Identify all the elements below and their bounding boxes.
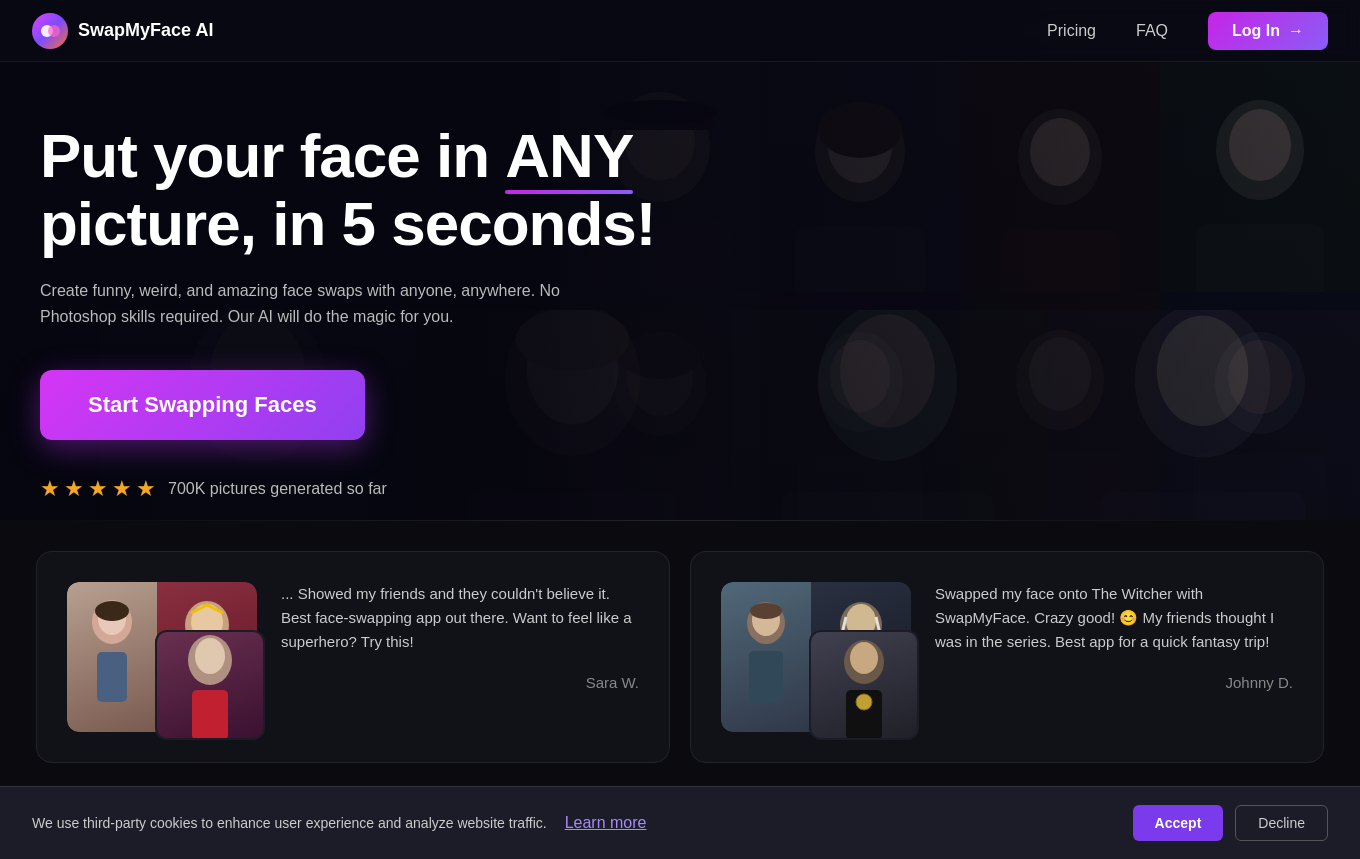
brand-name: SwapMyFace AI xyxy=(78,20,213,41)
testimonial-text-1: ... Showed my friends and they couldn't … xyxy=(281,582,639,654)
logo-icon xyxy=(32,13,68,49)
testimonial-images-2 xyxy=(721,582,911,732)
star-2: ★ xyxy=(64,476,84,502)
nav-links: Pricing FAQ Log In → xyxy=(1047,12,1328,50)
testimonial-overlay-img-1 xyxy=(155,630,265,740)
hero-subtitle: Create funny, weird, and amazing face sw… xyxy=(40,278,640,329)
login-button[interactable]: Log In → xyxy=(1208,12,1328,50)
star-5: ★ xyxy=(136,476,156,502)
cookie-accept-button[interactable]: Accept xyxy=(1133,805,1224,841)
svg-point-63 xyxy=(195,638,225,674)
testimonial-img-left-2 xyxy=(721,582,811,732)
testimonial-author-2: Johnny D. xyxy=(935,674,1293,691)
testimonials-section: ... Showed my friends and they couldn't … xyxy=(0,521,1360,793)
svg-rect-67 xyxy=(749,651,783,703)
testimonial-overlay-img-2 xyxy=(809,630,919,740)
cookie-banner: We use third-party cookies to enhance us… xyxy=(0,786,1360,859)
svg-point-73 xyxy=(850,642,878,674)
svg-point-75 xyxy=(856,694,872,710)
testimonial-author-1: Sara W. xyxy=(281,674,639,691)
star-4: ★ xyxy=(112,476,132,502)
testimonial-card-1: ... Showed my friends and they couldn't … xyxy=(36,551,670,763)
cookie-learn-more[interactable]: Learn more xyxy=(565,814,647,832)
logo[interactable]: SwapMyFace AI xyxy=(32,13,213,49)
testimonial-body-2: Swapped my face onto The Witcher with Sw… xyxy=(935,582,1293,691)
star-rating: ★ ★ ★ ★ ★ xyxy=(40,476,156,502)
star-1: ★ xyxy=(40,476,60,502)
cookie-actions: Accept Decline xyxy=(1133,805,1328,841)
hero-title: Put your face in ANY picture, in 5 secon… xyxy=(40,122,660,258)
nav-pricing[interactable]: Pricing xyxy=(1047,22,1096,40)
hero-content: Put your face in ANY picture, in 5 secon… xyxy=(0,62,700,520)
svg-point-68 xyxy=(750,603,782,619)
star-3: ★ xyxy=(88,476,108,502)
cookie-content: We use third-party cookies to enhance us… xyxy=(32,814,1101,832)
svg-rect-57 xyxy=(97,652,127,702)
cookie-decline-button[interactable]: Decline xyxy=(1235,805,1328,841)
testimonial-img-left-1 xyxy=(67,582,157,732)
nav-faq[interactable]: FAQ xyxy=(1136,22,1168,40)
cookie-text: We use third-party cookies to enhance us… xyxy=(32,815,547,831)
testimonial-body-1: ... Showed my friends and they couldn't … xyxy=(281,582,639,691)
testimonial-card-2: Swapped my face onto The Witcher with Sw… xyxy=(690,551,1324,763)
cta-button[interactable]: Start Swapping Faces xyxy=(40,370,365,440)
testimonial-text-2: Swapped my face onto The Witcher with Sw… xyxy=(935,582,1293,654)
svg-rect-64 xyxy=(192,690,228,740)
hero-section: Put your face in ANY picture, in 5 secon… xyxy=(0,0,1360,520)
stats-count: 700K pictures generated so far xyxy=(168,480,387,498)
svg-point-58 xyxy=(95,601,129,621)
navbar: SwapMyFace AI Pricing FAQ Log In → xyxy=(0,0,1360,62)
hero-stats: ★ ★ ★ ★ ★ 700K pictures generated so far xyxy=(40,476,660,502)
testimonial-images-1 xyxy=(67,582,257,732)
svg-point-1 xyxy=(48,25,60,37)
